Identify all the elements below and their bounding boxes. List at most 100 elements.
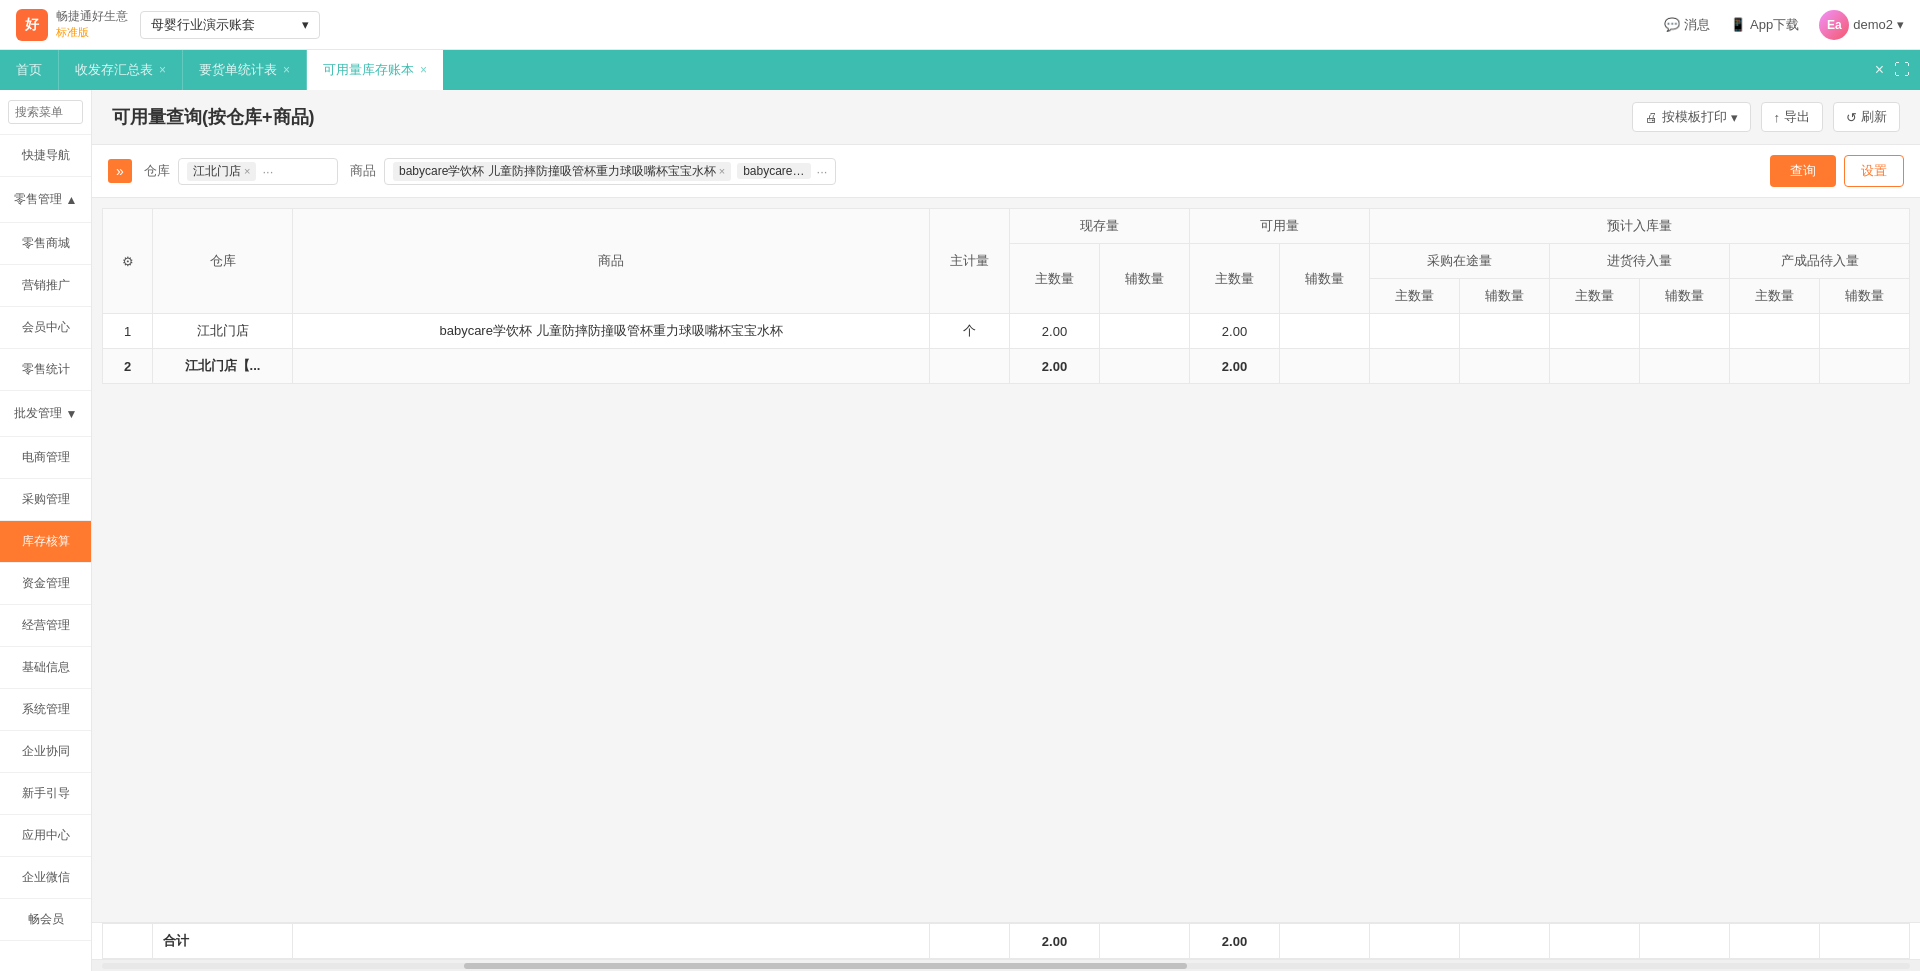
th-purchase-main: 主数量	[1370, 279, 1460, 314]
user-chevron-icon: ▾	[1897, 17, 1904, 32]
tab-bar-end: × ⛶	[1875, 50, 1920, 90]
tab-order-stats[interactable]: 要货单统计表 ×	[183, 50, 307, 90]
sidebar-item-app-center[interactable]: 应用中心	[0, 815, 91, 857]
row1-unit: 个	[930, 314, 1010, 349]
table-footer-area: 合计 2.00 2.00	[92, 922, 1920, 959]
company-dropdown[interactable]: 母婴行业演示账套 ▾	[140, 11, 320, 39]
tab-close-all-btn[interactable]: ×	[1875, 61, 1884, 79]
row1-incoming-aux	[1640, 314, 1730, 349]
top-bar-right: 💬 消息 📱 App下载 Ea demo2 ▾	[1664, 10, 1904, 40]
sidebar-item-retail-mgmt[interactable]: 零售管理 ▲	[0, 177, 91, 223]
sidebar-item-ecommerce[interactable]: 电商管理	[0, 437, 91, 479]
row1-stock-main: 2.00	[1010, 314, 1100, 349]
footer-purchase-main	[1370, 924, 1460, 959]
refresh-label: 刷新	[1861, 108, 1887, 126]
tab-home[interactable]: 首页	[0, 50, 59, 90]
row2-warehouse: 江北门店【...	[153, 349, 293, 384]
tab-receipt-summary-close[interactable]: ×	[159, 63, 166, 77]
row2-incoming-aux	[1640, 349, 1730, 384]
sidebar-item-finance-label: 资金管理	[22, 575, 70, 592]
tab-available-stock[interactable]: 可用量库存账本 ×	[307, 50, 443, 90]
avatar: Ea	[1819, 10, 1849, 40]
sidebar-item-inventory[interactable]: 库存核算	[0, 521, 91, 563]
filter-expand-btn[interactable]: »	[108, 159, 132, 183]
footer-incoming-main	[1550, 924, 1640, 959]
th-production-main: 主数量	[1730, 279, 1820, 314]
row2-stock-aux	[1100, 349, 1190, 384]
page-header: 可用量查询(按仓库+商品) 🖨 按模板打印 ▾ ↑ 导出 ↺ 刷新	[92, 90, 1920, 145]
tab-fullscreen-btn[interactable]: ⛶	[1894, 61, 1910, 79]
th-production-aux: 辅数量	[1820, 279, 1910, 314]
user-profile[interactable]: Ea demo2 ▾	[1819, 10, 1904, 40]
print-btn[interactable]: 🖨 按模板打印 ▾	[1632, 102, 1751, 132]
sidebar-item-wechat[interactable]: 企业微信	[0, 857, 91, 899]
sidebar-item-guide[interactable]: 新手引导	[0, 773, 91, 815]
sidebar-item-vip-label: 畅会员	[28, 911, 64, 928]
sidebar-item-operation[interactable]: 经营管理	[0, 605, 91, 647]
th-current-stock: 现存量	[1010, 209, 1190, 244]
th-production-pending: 产成品待入量	[1730, 244, 1910, 279]
row2-incoming-main	[1550, 349, 1640, 384]
product-tag-1-value: babycare学饮杯 儿童防摔防撞吸管杯重力球吸嘴杯宝宝水杯	[399, 163, 716, 180]
row1-stock-aux	[1100, 314, 1190, 349]
settings-icon[interactable]: ⚙	[122, 254, 134, 269]
sidebar-item-enterprise-label: 企业协同	[22, 743, 70, 760]
sidebar-item-retail-stats[interactable]: 零售统计	[0, 349, 91, 391]
row1-production-aux	[1820, 314, 1910, 349]
setting-button[interactable]: 设置	[1844, 155, 1904, 187]
th-incoming-main: 主数量	[1550, 279, 1640, 314]
product-filter-dots[interactable]: ···	[817, 164, 828, 179]
footer-stock-main: 2.00	[1010, 924, 1100, 959]
tab-receipt-summary[interactable]: 收发存汇总表 ×	[59, 50, 183, 90]
warehouse-filter-dots[interactable]: ···	[262, 164, 273, 179]
th-row-num: ⚙	[103, 209, 153, 314]
retail-mgmt-arrow-icon: ▲	[66, 193, 78, 207]
th-main-unit: 主计量	[930, 209, 1010, 314]
query-button[interactable]: 查询	[1770, 155, 1836, 187]
warehouse-tag-remove[interactable]: ×	[244, 165, 250, 177]
tab-receipt-summary-label: 收发存汇总表	[75, 61, 153, 79]
sidebar-item-basic-info[interactable]: 基础信息	[0, 647, 91, 689]
tab-available-stock-label: 可用量库存账本	[323, 61, 414, 79]
sidebar-item-wholesale-mgmt[interactable]: 批发管理 ▼	[0, 391, 91, 437]
app-download-btn[interactable]: 📱 App下载	[1730, 16, 1799, 34]
th-avail-aux: 辅数量	[1280, 244, 1370, 314]
tab-available-stock-close[interactable]: ×	[420, 63, 427, 77]
sidebar-item-wholesale-mgmt-label: 批发管理	[14, 405, 62, 422]
row2-avail-aux	[1280, 349, 1370, 384]
table-row: 2 江北门店【... 2.00 2.00	[103, 349, 1910, 384]
logo-title: 畅捷通好生意	[56, 9, 128, 25]
sidebar-item-vip[interactable]: 畅会员	[0, 899, 91, 941]
message-btn[interactable]: 💬 消息	[1664, 16, 1710, 34]
sidebar-item-enterprise[interactable]: 企业协同	[0, 731, 91, 773]
table-row: 1 江北门店 babycare学饮杯 儿童防摔防撞吸管杯重力球吸嘴杯宝宝水杯 个…	[103, 314, 1910, 349]
page-title: 可用量查询(按仓库+商品)	[112, 105, 315, 129]
horizontal-scrollbar[interactable]	[92, 959, 1920, 971]
company-name: 母婴行业演示账套	[151, 16, 255, 34]
product-tag-1-remove[interactable]: ×	[719, 165, 725, 177]
warehouse-tag-value: 江北门店	[193, 163, 241, 180]
row2-production-aux	[1820, 349, 1910, 384]
row1-warehouse: 江北门店	[153, 314, 293, 349]
tab-order-stats-close[interactable]: ×	[283, 63, 290, 77]
sidebar-item-guide-label: 新手引导	[22, 785, 70, 802]
search-input[interactable]	[8, 100, 83, 124]
sidebar-item-member[interactable]: 会员中心	[0, 307, 91, 349]
sidebar-item-system[interactable]: 系统管理	[0, 689, 91, 731]
sidebar-item-purchase[interactable]: 采购管理	[0, 479, 91, 521]
warehouse-filter-input[interactable]: 江北门店 × ···	[178, 158, 338, 185]
print-label: 按模板打印	[1662, 108, 1727, 126]
row2-production-main	[1730, 349, 1820, 384]
scrollbar-thumb[interactable]	[464, 963, 1187, 969]
refresh-btn[interactable]: ↺ 刷新	[1833, 102, 1900, 132]
product-filter-input[interactable]: babycare学饮杯 儿童防摔防撞吸管杯重力球吸嘴杯宝宝水杯 × babyca…	[384, 158, 836, 185]
sidebar-item-marketing[interactable]: 营销推广	[0, 265, 91, 307]
sidebar-item-marketing-label: 营销推广	[22, 277, 70, 294]
row1-incoming-main	[1550, 314, 1640, 349]
sidebar-item-purchase-label: 采购管理	[22, 491, 70, 508]
row1-avail-main: 2.00	[1190, 314, 1280, 349]
sidebar-item-quick-nav[interactable]: 快捷导航	[0, 135, 91, 177]
sidebar-item-retail-mall[interactable]: 零售商城	[0, 223, 91, 265]
export-btn[interactable]: ↑ 导出	[1761, 102, 1824, 132]
sidebar-item-finance[interactable]: 资金管理	[0, 563, 91, 605]
